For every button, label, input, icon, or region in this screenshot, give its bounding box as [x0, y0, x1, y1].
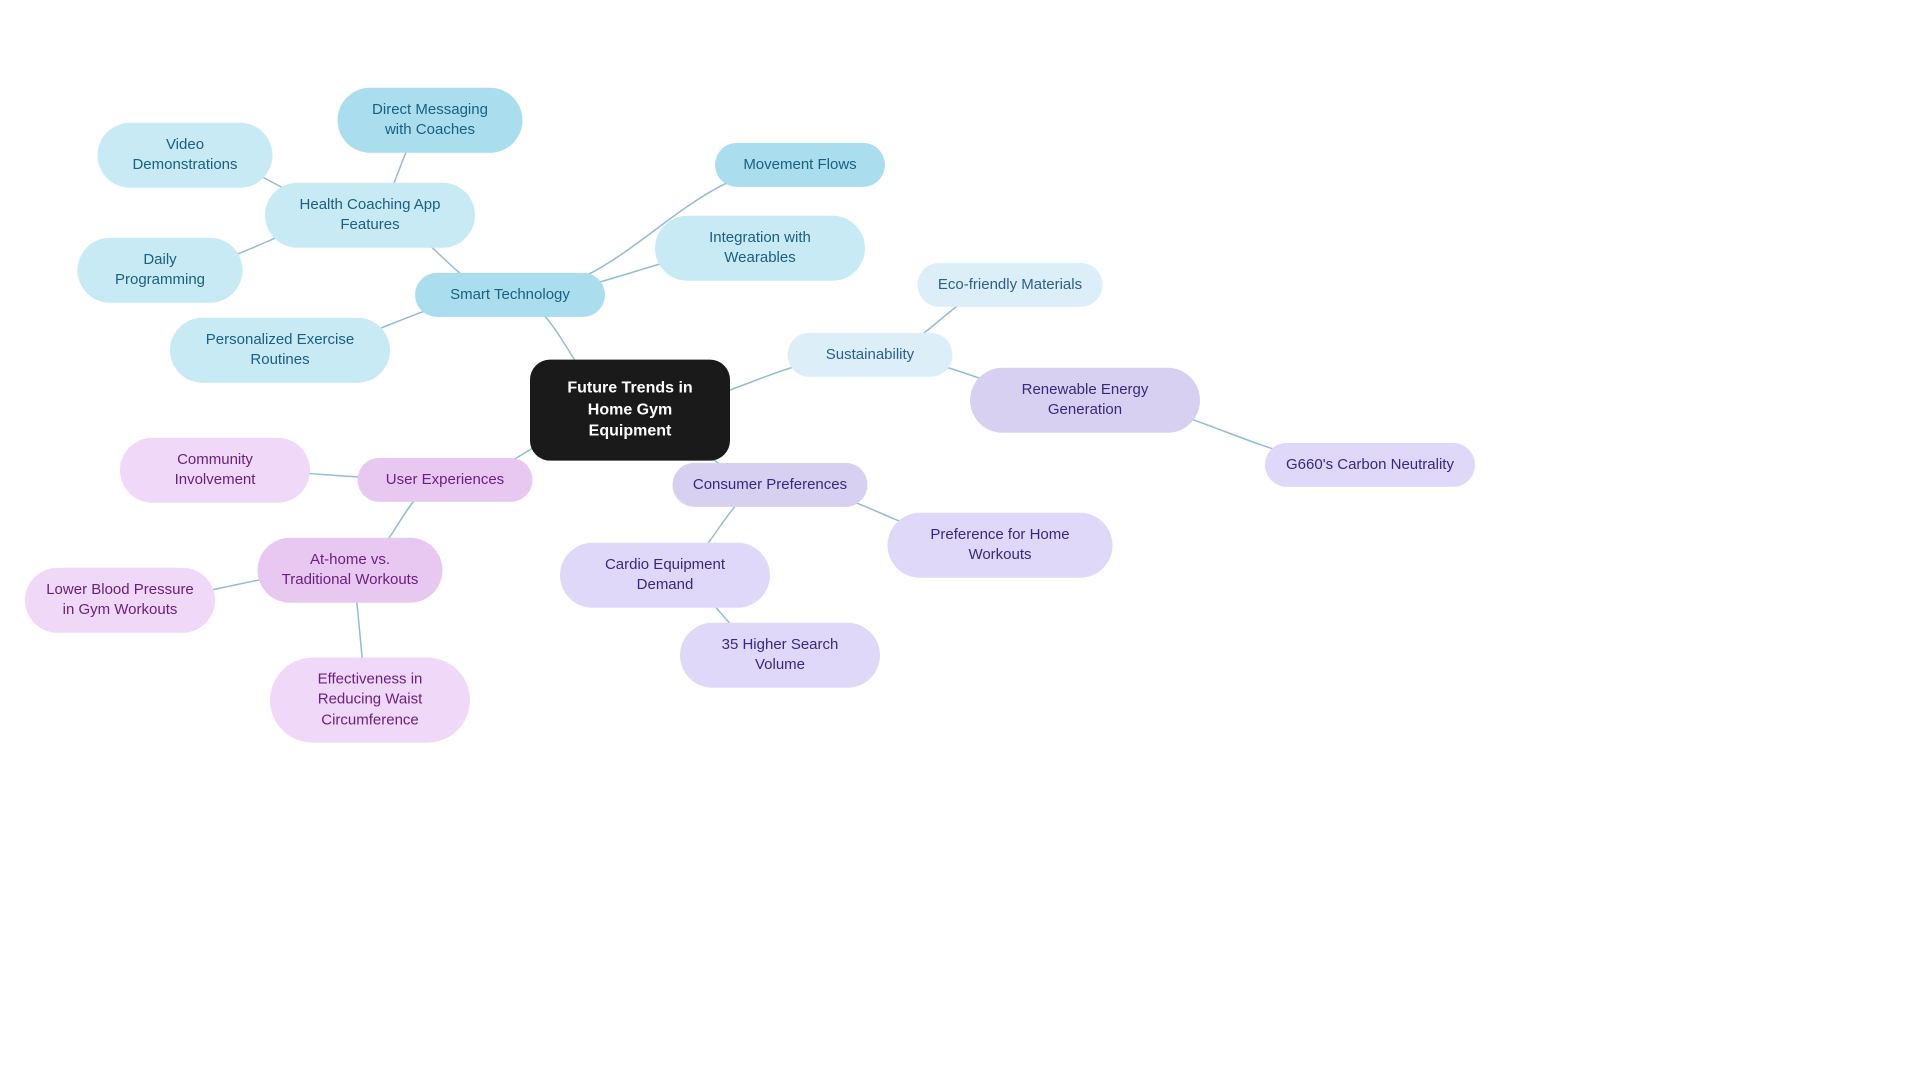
node-center[interactable]: Future Trends in Home Gym Equipment: [530, 360, 730, 461]
node-health-coaching[interactable]: Health Coaching App Features: [265, 183, 475, 248]
node-cardio-demand[interactable]: Cardio Equipment Demand: [560, 543, 770, 608]
node-personalized[interactable]: Personalized Exercise Routines: [170, 318, 390, 383]
node-community[interactable]: Community Involvement: [120, 438, 310, 503]
node-pref-home[interactable]: Preference for Home Workouts: [888, 513, 1113, 578]
node-direct-messaging[interactable]: Direct Messaging with Coaches: [338, 88, 523, 153]
node-effectiveness[interactable]: Effectiveness in Reducing Waist Circumfe…: [270, 658, 470, 743]
node-renewable[interactable]: Renewable Energy Generation: [970, 368, 1200, 433]
node-video-demos[interactable]: Video Demonstrations: [98, 123, 273, 188]
node-user-exp[interactable]: User Experiences: [358, 458, 533, 502]
mindmap-container: Future Trends in Home Gym Equipment Smart…: [0, 0, 1920, 1083]
node-sustainability[interactable]: Sustainability: [788, 333, 953, 377]
node-g660[interactable]: G660's Carbon Neutrality: [1265, 443, 1475, 487]
node-smart-tech[interactable]: Smart Technology: [415, 273, 605, 317]
node-eco-friendly[interactable]: Eco-friendly Materials: [918, 263, 1103, 307]
node-consumer-pref[interactable]: Consumer Preferences: [673, 463, 868, 507]
node-daily-prog[interactable]: Daily Programming: [78, 238, 243, 303]
node-lower-bp[interactable]: Lower Blood Pressure in Gym Workouts: [25, 568, 215, 633]
node-at-home[interactable]: At-home vs. Traditional Workouts: [258, 538, 443, 603]
node-movement-flows[interactable]: Movement Flows: [715, 143, 885, 187]
node-higher-search[interactable]: 35 Higher Search Volume: [680, 623, 880, 688]
node-integration-wear[interactable]: Integration with Wearables: [655, 216, 865, 281]
